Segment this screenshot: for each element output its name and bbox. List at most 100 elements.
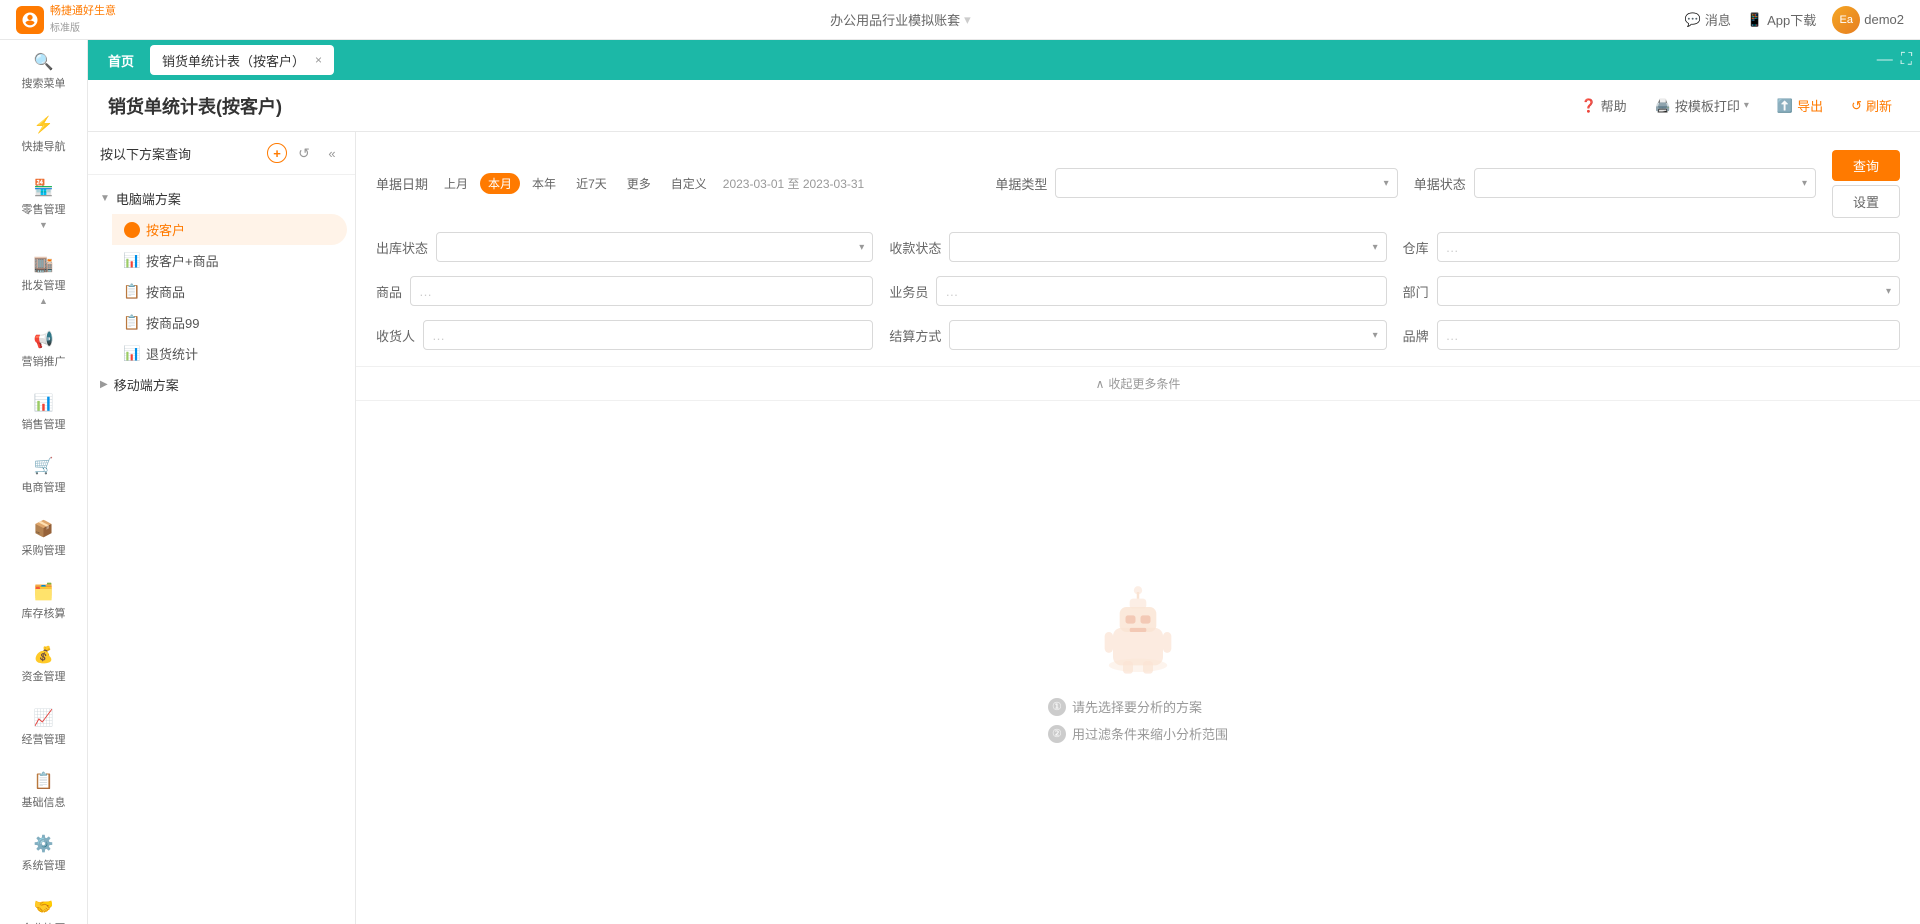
staff-label: 业务员 — [889, 282, 928, 301]
sales-icon: 📊 — [34, 393, 54, 413]
filter-out-status: 出库状态 ▾ — [376, 232, 873, 262]
tree-group-mobile-header[interactable]: ▶ 移动端方案 — [88, 369, 355, 400]
minimize-button[interactable]: — — [1877, 51, 1893, 69]
sidebar-item-enterprise[interactable]: 🤝 企业协同 — [0, 885, 87, 924]
inventory-icon: 🗂️ — [34, 582, 54, 602]
export-button[interactable]: ⬆️ 导出 — [1769, 92, 1831, 119]
receipt-status-label: 收款状态 — [889, 238, 941, 257]
ecommerce-icon: 🛒 — [34, 456, 54, 476]
collapse-up-icon: ∧ — [1096, 377, 1105, 391]
tree-item-by-customer[interactable]: 按客户 — [112, 214, 347, 245]
tree-item-return-stats[interactable]: 📊 退货统计 — [112, 338, 347, 369]
date-btn-this-year[interactable]: 本年 — [524, 173, 564, 194]
filter-bill-type: 单据类型 ▾ — [995, 168, 1397, 198]
sidebar-item-sales[interactable]: 📊 销售管理 — [0, 381, 87, 444]
customer-goods-icon: 📊 — [124, 253, 140, 269]
maximize-button[interactable]: ⛶ — [1901, 51, 1912, 69]
sidebar-item-ecommerce[interactable]: 🛒 电商管理 — [0, 444, 87, 507]
sidebar-item-marketing[interactable]: 📢 营销推广 — [0, 318, 87, 381]
filter-receiver: 收货人 … — [376, 320, 873, 350]
help-button[interactable]: ❓ 帮助 — [1572, 92, 1634, 119]
tab-bar: 首页 销货单统计表（按客户） × — ⛶ — [88, 40, 1920, 80]
sidebar-item-search[interactable]: 🔍 搜索菜单 — [0, 40, 87, 103]
collapse-row: ∧ 收起更多条件 — [356, 367, 1920, 401]
sidebar-item-shortcut[interactable]: ⚡ 快捷导航 — [0, 103, 87, 166]
settlement-arrow-icon: ▾ — [1373, 330, 1378, 341]
warehouse-control[interactable]: … — [1437, 232, 1900, 262]
sidebar-item-retail[interactable]: 🏪 零售管理 ▼ — [0, 166, 87, 242]
bill-status-control[interactable]: ▾ — [1474, 168, 1816, 198]
message-button[interactable]: 💬 消息 — [1685, 10, 1731, 29]
query-button[interactable]: 查询 — [1832, 150, 1900, 181]
staff-dots: … — [945, 284, 960, 299]
scheme-add-button[interactable]: + — [267, 143, 287, 163]
out-status-control[interactable]: ▾ — [436, 232, 873, 262]
goods-dots: … — [419, 284, 434, 299]
system-icon: ⚙️ — [34, 834, 54, 854]
bill-status-label: 单据状态 — [1414, 174, 1466, 193]
sidebar-item-wholesale[interactable]: 🏬 批发管理 ▲ — [0, 242, 87, 318]
logo-icon — [16, 6, 44, 34]
hint-num-1: ① — [1048, 698, 1066, 716]
receiver-control[interactable]: … — [423, 320, 873, 350]
date-btn-7days[interactable]: 近7天 — [568, 173, 615, 194]
sidebar-item-purchase[interactable]: 📦 采购管理 — [0, 507, 87, 570]
scheme-collapse-button[interactable]: « — [321, 142, 343, 164]
sidebar-item-basic[interactable]: 📋 基础信息 — [0, 759, 87, 822]
bill-status-arrow-icon: ▾ — [1802, 178, 1807, 189]
tree-item-by-customer-goods[interactable]: 📊 按客户+商品 — [112, 245, 347, 276]
app-download-button[interactable]: 📱 App下载 — [1747, 10, 1816, 29]
refresh-button[interactable]: ↺ 刷新 — [1843, 92, 1900, 119]
filter-bill-status: 单据状态 ▾ — [1414, 168, 1816, 198]
sidebar-item-inventory[interactable]: 🗂️ 库存核算 — [0, 570, 87, 633]
marketing-icon: 📢 — [34, 330, 54, 350]
sidebar: 🔍 搜索菜单 ⚡ 快捷导航 🏪 零售管理 ▼ 🏬 批发管理 ▲ 📢 营销推广 — [0, 40, 88, 924]
message-icon: 💬 — [1685, 12, 1701, 28]
tree-group-pc-header[interactable]: ▼ 电脑端方案 — [88, 183, 355, 214]
tab-sales-stats[interactable]: 销货单统计表（按客户） × — [150, 45, 334, 75]
scheme-refresh-button[interactable]: ↺ — [293, 142, 315, 164]
scheme-panel: 按以下方案查询 + ↺ « ▼ — [88, 132, 356, 924]
receipt-status-control[interactable]: ▾ — [949, 232, 1386, 262]
help-icon: ❓ — [1580, 98, 1596, 114]
date-btn-more[interactable]: 更多 — [619, 173, 659, 194]
chevron-icon: ▼ — [39, 220, 48, 230]
goods-control[interactable]: … — [410, 276, 873, 306]
sidebar-item-system[interactable]: ⚙️ 系统管理 — [0, 822, 87, 885]
user-avatar[interactable]: Ea demo2 — [1832, 6, 1904, 34]
bill-type-control[interactable]: ▾ — [1055, 168, 1397, 198]
purchase-icon: 📦 — [34, 519, 54, 539]
breadcrumb: 办公用品行业模拟账套 ▾ — [830, 10, 971, 29]
empty-hint-2: ② 用过滤条件来缩小分析范围 — [1048, 724, 1228, 743]
template-print-button[interactable]: 🖨️ 按模板打印 ▾ — [1647, 92, 1757, 119]
basic-icon: 📋 — [34, 771, 54, 791]
settings-button[interactable]: 设置 — [1832, 185, 1900, 218]
export-icon: ⬆️ — [1777, 98, 1793, 114]
staff-control[interactable]: … — [936, 276, 1386, 306]
goods99-icon: 📋 — [124, 315, 140, 331]
search-icon: 🔍 — [34, 52, 54, 72]
collapse-button[interactable]: ∧ 收起更多条件 — [1096, 375, 1181, 392]
filter-content: 单据日期 上月 本月 本年 近7天 更多 自定义 — [356, 132, 1920, 367]
warehouse-dots: … — [1446, 240, 1461, 255]
brand-control[interactable]: … — [1437, 320, 1900, 350]
tab-home[interactable]: 首页 — [96, 45, 146, 75]
filter-row-4: 收货人 … 结算方式 ▾ — [376, 320, 1900, 350]
date-btn-this-month[interactable]: 本月 — [480, 173, 520, 194]
sidebar-item-operations[interactable]: 📈 经营管理 — [0, 696, 87, 759]
download-icon: 📱 — [1747, 12, 1763, 28]
tree-arrow-pc: ▼ — [100, 193, 110, 204]
tab-close-icon[interactable]: × — [315, 53, 322, 67]
dept-control[interactable]: ▾ — [1437, 276, 1900, 306]
settlement-control[interactable]: ▾ — [949, 320, 1386, 350]
filter-row-3: 商品 … 业务员 … — [376, 276, 1900, 306]
date-btn-last-month[interactable]: 上月 — [436, 173, 476, 194]
scheme-actions: + ↺ « — [267, 142, 343, 164]
out-status-arrow-icon: ▾ — [859, 242, 864, 253]
tree-item-by-goods99[interactable]: 📋 按商品99 — [112, 307, 347, 338]
filter-goods: 商品 … — [376, 276, 873, 306]
sidebar-item-finance[interactable]: 💰 资金管理 — [0, 633, 87, 696]
date-btn-custom[interactable]: 自定义 — [663, 173, 715, 194]
scheme-header: 按以下方案查询 + ↺ « — [88, 132, 355, 175]
tree-item-by-goods[interactable]: 📋 按商品 — [112, 276, 347, 307]
